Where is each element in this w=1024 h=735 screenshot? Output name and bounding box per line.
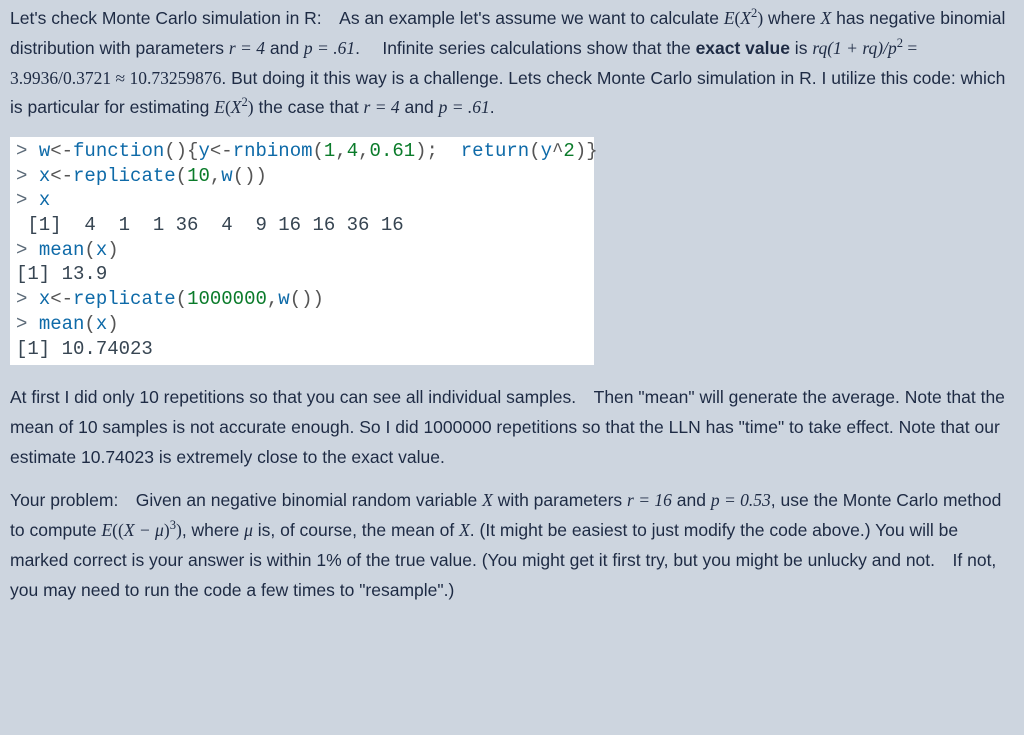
math-expr: p = .61 (304, 38, 355, 58)
math-expr: E(X2) (214, 97, 253, 117)
text: and (400, 97, 439, 117)
text: Let's check Monte Carlo simulation in R:… (10, 8, 724, 28)
math-var: X (459, 520, 470, 540)
intro-paragraph: Let's check Monte Carlo simulation in R:… (10, 4, 1014, 123)
math-expr: r = 16 (627, 490, 672, 510)
text: . (490, 97, 495, 117)
text: and (265, 38, 304, 58)
math-var: X (821, 8, 832, 28)
text: At first I did only 10 repetitions so th… (10, 387, 1005, 467)
math-expr: p = .61 (439, 97, 490, 117)
text: the case that (254, 97, 364, 117)
math-expr: E((X − μ)3) (101, 520, 181, 540)
text: with parameters (493, 490, 627, 510)
text: is (790, 38, 812, 58)
text: . Infinite series calculations show that… (355, 38, 695, 58)
math-expr: r = 4 (364, 97, 400, 117)
exact-value-label: exact value (696, 38, 790, 58)
math-expr: r = 4 (229, 38, 265, 58)
math-expr: p = 0.53 (711, 490, 771, 510)
r-code-block: > w<-function(){y<-rnbinom(1,4,0.61); re… (10, 137, 594, 365)
text: where (763, 8, 820, 28)
math-var: μ (244, 520, 253, 540)
problem-paragraph: Your problem: Given an negative binomial… (10, 486, 1014, 605)
explanation-paragraph: At first I did only 10 repetitions so th… (10, 383, 1014, 472)
text: is, of course, the mean of (253, 520, 459, 540)
text: Your problem: Given an negative binomial… (10, 490, 482, 510)
text: and (672, 490, 711, 510)
math-expr: E(X2) (724, 8, 763, 28)
text: , where (182, 520, 244, 540)
math-var: X (482, 490, 493, 510)
